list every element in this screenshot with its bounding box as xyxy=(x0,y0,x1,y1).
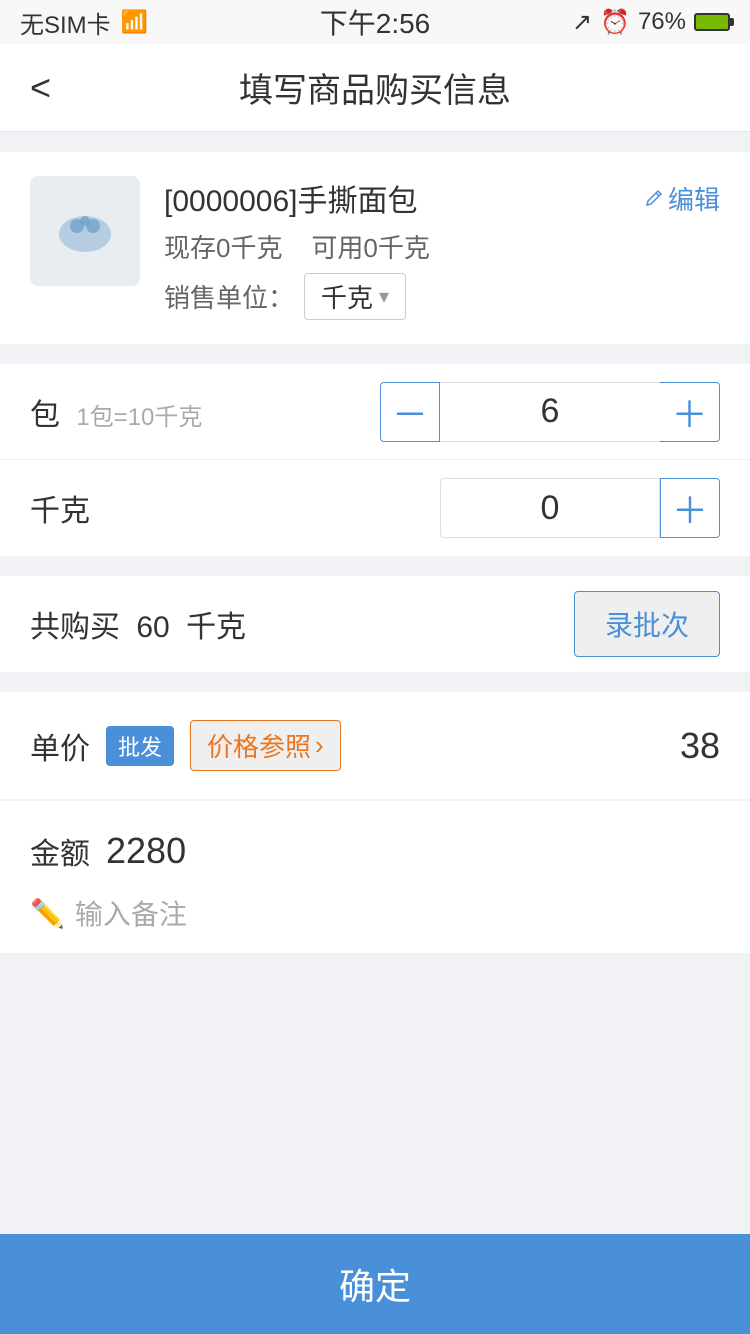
kg-plus-button[interactable]: ＋ xyxy=(660,478,720,538)
batch-button[interactable]: 录批次 xyxy=(574,591,720,657)
battery-text: 76% xyxy=(638,8,686,36)
kg-label: 千克 xyxy=(30,486,440,530)
carrier-text: 无SIM卡 xyxy=(20,5,111,40)
price-tag: 批发 xyxy=(106,726,174,766)
unit-value: 千克 xyxy=(321,278,373,315)
status-right: ↗ ⏰ 76% xyxy=(572,8,730,37)
page-title: 填写商品购买信息 xyxy=(239,63,511,112)
price-label: 单价 xyxy=(30,724,90,768)
edit-button[interactable]: 编辑 xyxy=(644,180,720,217)
package-quantity-control: － ＋ xyxy=(380,382,720,442)
status-bar: 无SIM卡 📶 下午2:56 ↗ ⏰ 76% xyxy=(0,0,750,44)
total-text: 共购买 60 千克 xyxy=(30,602,246,646)
package-minus-button[interactable]: － xyxy=(380,382,440,442)
back-button[interactable]: < xyxy=(30,67,51,109)
edit-label: 编辑 xyxy=(668,180,720,217)
total-quantity: 60 xyxy=(136,611,169,644)
package-label: 包 1包=10千克 xyxy=(30,390,380,434)
amount-row: 金额 2280 xyxy=(30,829,720,873)
nav-bar: < 填写商品购买信息 xyxy=(0,44,750,132)
price-section: 单价 批发 价格参照 › 38 xyxy=(0,692,750,799)
battery-bar xyxy=(694,13,730,31)
dropdown-arrow-icon: ▾ xyxy=(379,284,389,309)
package-sublabel: 1包=10千克 xyxy=(76,404,202,431)
price-ref-label: 价格参照 xyxy=(207,727,311,764)
location-icon: ↗ xyxy=(572,8,592,37)
wifi-icon: 📶 xyxy=(121,9,148,35)
status-left: 无SIM卡 📶 xyxy=(20,5,148,40)
unit-label: 销售单位： xyxy=(164,278,294,315)
kg-input[interactable] xyxy=(440,478,660,538)
product-name: [0000006]手撕面包 xyxy=(164,176,417,220)
total-row: 共购买 60 千克 录批次 xyxy=(0,576,750,672)
bottom-area xyxy=(0,953,750,1253)
price-reference-button[interactable]: 价格参照 › xyxy=(190,720,341,771)
amount-label: 金额 xyxy=(30,829,90,873)
alarm-icon: ⏰ xyxy=(600,8,630,37)
status-time: 下午2:56 xyxy=(320,2,431,42)
package-input[interactable] xyxy=(440,382,660,442)
product-stock: 现存0千克 可用0千克 xyxy=(164,228,720,265)
product-image xyxy=(30,176,140,286)
unit-selector[interactable]: 千克 ▾ xyxy=(304,273,406,320)
kg-quantity-control: ＋ xyxy=(440,478,720,538)
quantity-section: 包 1包=10千克 － ＋ 千克 ＋ xyxy=(0,364,750,556)
kg-row: 千克 ＋ xyxy=(0,460,750,556)
pencil-icon: ✏️ xyxy=(30,897,65,930)
price-row: 单价 批发 价格参照 › 38 xyxy=(30,720,720,771)
price-value: 38 xyxy=(680,725,720,767)
price-ref-arrow-icon: › xyxy=(315,730,324,761)
package-row: 包 1包=10千克 － ＋ xyxy=(0,364,750,460)
package-plus-button[interactable]: ＋ xyxy=(660,382,720,442)
amount-value: 2280 xyxy=(106,830,186,872)
product-info: [0000006]手撕面包 编辑 现存0千克 可用0千克 销售单位： 千克 ▾ xyxy=(164,176,720,320)
note-row[interactable]: ✏️ 输入备注 xyxy=(30,893,720,933)
amount-section: 金额 2280 ✏️ 输入备注 xyxy=(0,801,750,953)
product-card: [0000006]手撕面包 编辑 现存0千克 可用0千克 销售单位： 千克 ▾ xyxy=(0,152,750,344)
confirm-button[interactable]: 确定 xyxy=(0,1234,750,1334)
note-placeholder: 输入备注 xyxy=(75,893,187,933)
